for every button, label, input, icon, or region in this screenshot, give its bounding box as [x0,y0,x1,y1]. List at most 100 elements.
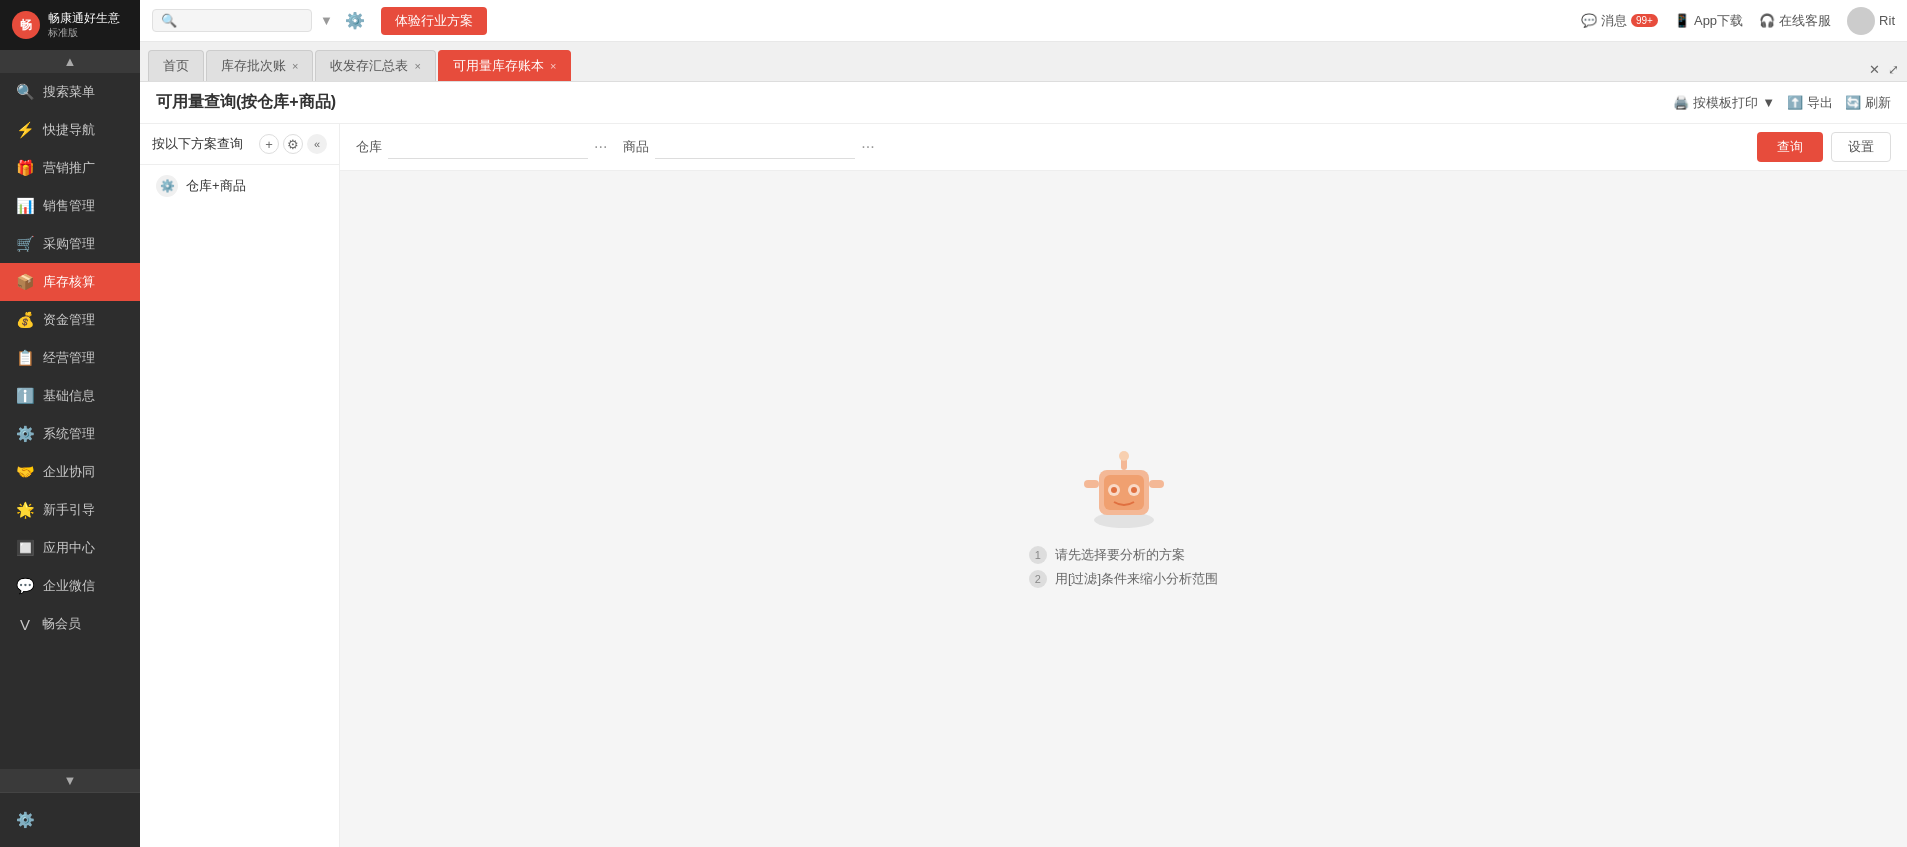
user-avatar [1847,7,1875,35]
tab-close-inventory-batch[interactable]: × [292,60,298,72]
page-header: 可用量查询(按仓库+商品) 🖨️ 按模板打印 ▼ ⬆️ 导出 🔄 刷新 [140,82,1907,124]
sidebar-item-enterprise-collab[interactable]: 🤝 企业协同 [0,453,140,491]
cart-icon: 🛒 [16,235,35,253]
topbar-app-download-btn[interactable]: 📱 App下载 [1674,12,1743,30]
topbar-online-service-btn[interactable]: 🎧 在线客服 [1759,12,1831,30]
tab-close-recv-inventory[interactable]: × [414,60,420,72]
filter-bar: 仓库 ··· 商品 ··· 查询 设置 [340,124,1907,171]
gear-icon: ⚙️ [16,425,35,443]
topbar-user-menu[interactable]: Rit [1847,7,1895,35]
sidebar-item-basic-info[interactable]: ℹ️ 基础信息 [0,377,140,415]
money-icon: 💰 [16,311,35,329]
scheme-panel: 按以下方案查询 + ⚙ « ⚙️ 仓库+商品 [140,124,340,847]
box-icon: 📦 [16,273,35,291]
empty-tips: 1 请先选择要分析的方案 2 用[过滤]条件来缩小分析范围 [1029,546,1218,588]
export-btn[interactable]: ⬆️ 导出 [1787,94,1833,112]
sidebar-item-enterprise-wechat[interactable]: 💬 企业微信 [0,567,140,605]
empty-tip-2: 2 用[过滤]条件来缩小分析范围 [1029,570,1218,588]
sidebar-item-marketing-promo[interactable]: 🎁 营销推广 [0,149,140,187]
handshake-icon: 🤝 [16,463,35,481]
sidebar-item-settings-bottom[interactable]: ⚙️ [0,801,140,839]
page-header-actions: 🖨️ 按模板打印 ▼ ⬆️ 导出 🔄 刷新 [1673,94,1891,112]
sidebar-item-newbie-guide[interactable]: 🌟 新手引导 [0,491,140,529]
svg-rect-10 [1149,480,1164,488]
scheme-config-btn[interactable]: ⚙ [283,134,303,154]
wechat-icon: 💬 [16,577,35,595]
sidebar-item-shortcut[interactable]: ⚡ 快捷导航 [0,111,140,149]
gift-icon: 🎁 [16,159,35,177]
topbar-right: 💬 消息 99+ 📱 App下载 🎧 在线客服 Rit [1581,7,1895,35]
topbar-search-icon: 🔍 [161,13,177,28]
clipboard-icon: 📋 [16,349,35,367]
sidebar-logo: 畅 [12,11,40,39]
empty-illustration [1074,430,1174,530]
scheme-panel-header: 按以下方案查询 + ⚙ « [140,124,339,165]
svg-point-5 [1111,487,1117,493]
shortcut-icon: ⚡ [16,121,35,139]
empty-tip-1: 1 请先选择要分析的方案 [1029,546,1218,564]
sidebar-item-app-center[interactable]: 🔲 应用中心 [0,529,140,567]
trial-industry-btn[interactable]: 体验行业方案 [381,7,487,35]
content-area: 按以下方案查询 + ⚙ « ⚙️ 仓库+商品 仓库 ··· [140,124,1907,847]
svg-rect-9 [1084,480,1099,488]
right-panel: 仓库 ··· 商品 ··· 查询 设置 [340,124,1907,847]
warehouse-more-icon[interactable]: ··· [594,138,607,156]
scheme-add-btn[interactable]: + [259,134,279,154]
chart-icon: 📊 [16,197,35,215]
topbar-message-btn[interactable]: 💬 消息 99+ [1581,12,1658,30]
page-title: 可用量查询(按仓库+商品) [156,92,336,113]
sidebar: 畅 畅康通好生意 标准版 ▲ 🔍 搜索菜单 ⚡ 快捷导航 🎁 营销推广 📊 销售… [0,0,140,847]
refresh-icon: 🔄 [1845,95,1861,110]
sidebar-bottom: ⚙️ [0,792,140,847]
sidebar-item-search[interactable]: 🔍 搜索菜单 [0,73,140,111]
sidebar-item-finance-mgmt[interactable]: 💰 资金管理 [0,301,140,339]
tab-recv-inventory-summary[interactable]: 收发存汇总表 × [315,50,435,81]
sidebar-item-vip-member[interactable]: V 畅会员 [0,605,140,643]
headset-icon: 🎧 [1759,13,1775,28]
sidebar-item-ops-mgmt[interactable]: 📋 经营管理 [0,339,140,377]
tab-close-available-inventory[interactable]: × [550,60,556,72]
scheme-collapse-btn[interactable]: « [307,134,327,154]
filter-group-warehouse: 仓库 ··· [356,135,607,159]
print-template-btn[interactable]: 🖨️ 按模板打印 ▼ [1673,94,1775,112]
grid-icon: 🔲 [16,539,35,557]
refresh-btn[interactable]: 🔄 刷新 [1845,94,1891,112]
scheme-item-icon: ⚙️ [156,175,178,197]
vip-icon: V [16,616,34,633]
tab-close-all-btn[interactable]: ✕ [1869,62,1880,77]
tabs-bar-right: ✕ ⤢ [1869,62,1899,81]
print-chevron-icon: ▼ [1762,95,1775,110]
export-icon: ⬆️ [1787,95,1803,110]
tab-expand-btn[interactable]: ⤢ [1888,62,1899,77]
topbar-search-box[interactable]: 🔍 [152,9,312,32]
product-more-icon[interactable]: ··· [861,138,874,156]
settings-button[interactable]: 设置 [1831,132,1891,162]
sidebar-item-inventory-calc[interactable]: 📦 库存核算 [0,263,140,301]
sidebar-item-sales-mgmt[interactable]: 📊 销售管理 [0,187,140,225]
sidebar-item-purchase-mgmt[interactable]: 🛒 采购管理 [0,225,140,263]
tab-home[interactable]: 首页 [148,50,204,81]
sidebar-header-text: 畅康通好生意 标准版 [48,11,120,40]
tab-inventory-batch[interactable]: 库存批次账 × [206,50,313,81]
sidebar-nav: 🔍 搜索菜单 ⚡ 快捷导航 🎁 营销推广 📊 销售管理 🛒 采购管理 📦 库存核… [0,73,140,769]
info-icon: ℹ️ [16,387,35,405]
tab-available-inventory-book[interactable]: 可用量库存账本 × [438,50,571,81]
sidebar-scroll-up[interactable]: ▲ [0,50,140,73]
message-icon: 💬 [1581,13,1597,28]
svg-point-8 [1119,451,1129,461]
filter-bar-right: 查询 设置 [1757,132,1891,162]
filter-product-input[interactable] [655,135,855,159]
scheme-item-warehouse-product[interactable]: ⚙️ 仓库+商品 [140,165,339,207]
topbar-chevron-down-icon[interactable]: ▼ [320,13,333,28]
topbar-gear-btn[interactable]: ⚙️ [341,7,369,35]
tabs-bar: 首页 库存批次账 × 收发存汇总表 × 可用量库存账本 × ✕ ⤢ [140,42,1907,82]
sidebar-scroll-down[interactable]: ▼ [0,769,140,792]
query-button[interactable]: 查询 [1757,132,1823,162]
filter-group-product: 商品 ··· [623,135,874,159]
topbar-search-input[interactable] [181,14,301,28]
empty-robot-svg [1079,440,1169,530]
filter-warehouse-input[interactable] [388,135,588,159]
sidebar-item-system-mgmt[interactable]: ⚙️ 系统管理 [0,415,140,453]
search-icon: 🔍 [16,83,35,101]
scheme-panel-actions: + ⚙ « [259,134,327,154]
